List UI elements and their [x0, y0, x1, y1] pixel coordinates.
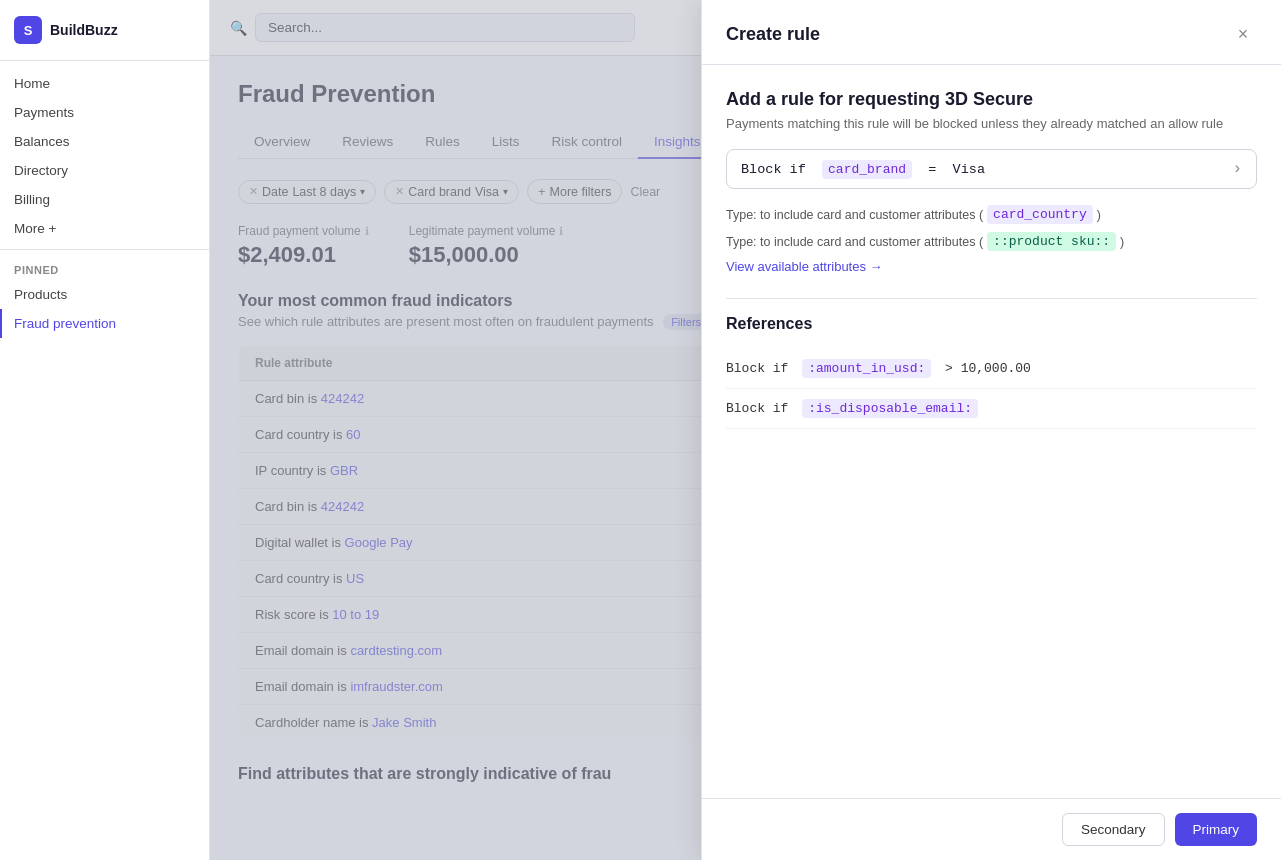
token-card-country: card_country: [987, 205, 1093, 224]
sidebar-item-balances[interactable]: Balances: [0, 127, 209, 156]
rule-prefix: Block if: [741, 162, 814, 177]
ref1-token: :amount_in_usd:: [802, 359, 931, 378]
sidebar-logo[interactable]: S BuildBuzz: [0, 0, 209, 61]
rule-operator: =: [920, 162, 944, 177]
main-area: 🔍 Fraud Prevention Overview Reviews Rule…: [210, 0, 1281, 860]
rule-value: Visa: [953, 162, 985, 177]
type-hint-1: Type: to include card and customer attri…: [726, 205, 1257, 224]
pinned-label: Pinned: [0, 256, 209, 280]
modal-body: Add a rule for requesting 3D Secure Paym…: [702, 65, 1281, 798]
token-product-sku: ::product sku::: [987, 232, 1116, 251]
references-title: References: [726, 298, 1257, 333]
modal-title: Create rule: [726, 24, 820, 45]
logo-avatar: S: [14, 16, 42, 44]
sidebar-item-home[interactable]: Home: [0, 69, 209, 98]
modal-section-title: Add a rule for requesting 3D Secure: [726, 89, 1257, 110]
sidebar-item-more[interactable]: More +: [0, 214, 209, 243]
rule-arrow-icon: ›: [1232, 160, 1242, 178]
type-hint-2: Type: to include card and customer attri…: [726, 232, 1257, 251]
sidebar-item-payments[interactable]: Payments: [0, 98, 209, 127]
logo-name: BuildBuzz: [50, 22, 118, 38]
rule-input-box[interactable]: Block if card_brand = Visa ›: [726, 149, 1257, 189]
modal-footer: Secondary Primary: [702, 798, 1281, 860]
modal-section-sub: Payments matching this rule will be bloc…: [726, 116, 1257, 131]
sidebar-divider: [0, 249, 209, 250]
rule-token-card-brand: card_brand: [822, 160, 912, 179]
ref2-token: :is_disposable_email:: [802, 399, 978, 418]
reference-2: Block if :is_disposable_email:: [726, 389, 1257, 429]
create-rule-modal: Create rule × Add a rule for requesting …: [701, 0, 1281, 860]
sidebar-item-products[interactable]: Products: [0, 280, 209, 309]
sidebar-nav: Home Payments Balances Directory Billing…: [0, 61, 209, 346]
reference-1: Block if :amount_in_usd: > 10,000.00: [726, 349, 1257, 389]
close-modal-button[interactable]: ×: [1229, 20, 1257, 48]
sidebar-item-fraud-prevention[interactable]: Fraud prevention: [0, 309, 209, 338]
secondary-button[interactable]: Secondary: [1062, 813, 1165, 846]
view-attributes-link[interactable]: View available attributes →: [726, 259, 1257, 274]
modal-header: Create rule ×: [702, 0, 1281, 65]
primary-button[interactable]: Primary: [1175, 813, 1258, 846]
sidebar-item-directory[interactable]: Directory: [0, 156, 209, 185]
sidebar: S BuildBuzz Home Payments Balances Direc…: [0, 0, 210, 860]
sidebar-item-billing[interactable]: Billing: [0, 185, 209, 214]
